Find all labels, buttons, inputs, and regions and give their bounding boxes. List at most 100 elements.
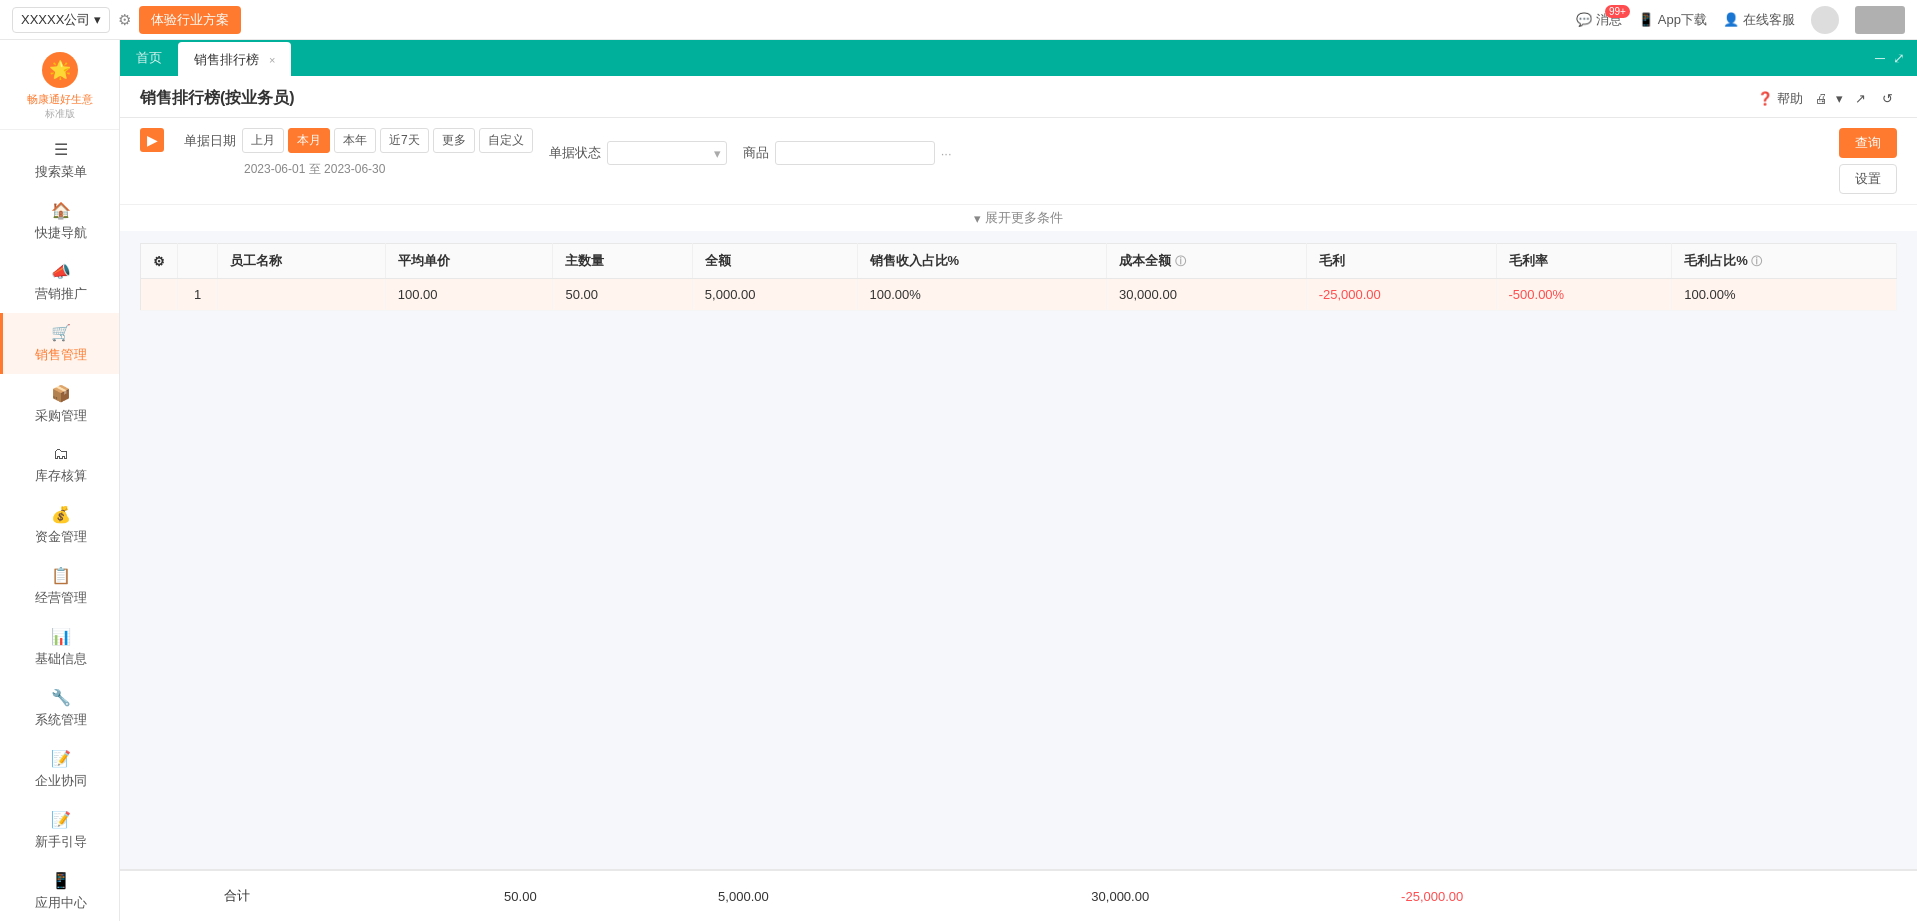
expand-more-label: 展开更多条件 [985, 209, 1063, 227]
purchase-icon: 📦 [51, 384, 71, 403]
sidebar-item-label: 库存核算 [35, 467, 87, 485]
finance-icon: 💰 [51, 505, 71, 524]
sidebar-item-label: 资金管理 [35, 528, 87, 546]
sidebar-item-inventory[interactable]: 🗂 库存核算 [0, 435, 119, 495]
main-layout: 🌟 畅康通好生意 标准版 ☰ 搜索菜单 🏠 快捷导航 📣 营销推广 🛒 销售管理… [0, 40, 1917, 921]
message-btn[interactable]: 💬 消息 99+ [1576, 11, 1622, 29]
footer-sales-pct-empty [989, 879, 1080, 913]
sidebar-item-app-center[interactable]: 📱 应用中心 [0, 861, 119, 921]
online-service-btn[interactable]: 👤 在线客服 [1723, 11, 1795, 29]
top-bar-right: 💬 消息 99+ 📱 App下载 👤 在线客服 [1576, 6, 1905, 34]
sidebar-item-basic-info[interactable]: 📊 基础信息 [0, 617, 119, 678]
company-name: XXXXX公司 [21, 11, 90, 29]
sidebar-item-finance[interactable]: 💰 资金管理 [0, 495, 119, 556]
th-gross-rate: 毛利率 [1496, 244, 1672, 279]
help-btn[interactable]: ❓ 帮助 [1757, 90, 1803, 108]
this-year-btn[interactable]: 本年 [334, 128, 376, 153]
tab-maximize-icon[interactable]: ⤢ [1893, 50, 1905, 66]
sidebar-item-enterprise-coop[interactable]: 📝 企业协同 [0, 739, 119, 800]
table-row: 1 100.00 50.00 5,000.00 100.00% 30,000.0… [141, 279, 1897, 311]
refresh-btn[interactable]: ↺ [1882, 91, 1897, 106]
th-settings[interactable]: ⚙ [141, 244, 178, 279]
sidebar-item-system[interactable]: 🔧 系统管理 [0, 678, 119, 739]
logo-text: 畅康通好生意 [27, 92, 93, 107]
goods-input[interactable] [775, 141, 935, 165]
th-gross: 毛利 [1306, 244, 1496, 279]
sales-icon: 🛒 [51, 323, 71, 342]
expand-more-btn[interactable]: ▾ 展开更多条件 [120, 204, 1917, 231]
sidebar-item-purchase[interactable]: 📦 采购管理 [0, 374, 119, 435]
content-area: 首页 销售排行榜 × ─ ⤢ 销售排行榜(按业务员) ❓ 帮助 [120, 40, 1917, 921]
chevron-down-icon: ▾ [94, 12, 101, 27]
print-btn[interactable]: 🖨 ▾ [1815, 91, 1843, 106]
expand-more-icon: ▾ [974, 211, 981, 226]
avatar[interactable] [1811, 6, 1839, 34]
tab-sales-ranking-label: 销售排行榜 [194, 51, 259, 69]
th-gross-pct: 毛利占比% ⓘ [1672, 244, 1897, 279]
sidebar-item-quick-nav[interactable]: 🏠 快捷导航 [0, 191, 119, 252]
cost-info-icon[interactable]: ⓘ [1175, 255, 1186, 267]
filter-main: ▶ 单据日期 上月 本月 本年 近7天 更多 [120, 118, 1917, 204]
sidebar-item-guide[interactable]: 📝 新手引导 [0, 800, 119, 861]
sidebar-item-sales[interactable]: 🛒 销售管理 [0, 313, 119, 374]
last-month-btn[interactable]: 上月 [242, 128, 284, 153]
sidebar-item-label: 销售管理 [35, 346, 87, 364]
status-select-wrapper [607, 141, 727, 165]
sidebar-item-label: 搜索菜单 [35, 163, 87, 181]
status-filter-label: 单据状态 [549, 144, 601, 162]
footer-gross-rate-empty [1715, 879, 1806, 913]
status-select[interactable] [607, 141, 727, 165]
app-download-label: App下载 [1658, 11, 1707, 29]
sidebar-item-label: 采购管理 [35, 407, 87, 425]
th-cost: 成本全额 ⓘ [1107, 244, 1307, 279]
table-container: ⚙ 员工名称 平均单价 主数量 全额 销售收入占比% 成本全额 ⓘ 毛利 [120, 231, 1917, 869]
tab-bar-right: ─ ⤢ [1875, 50, 1917, 66]
logo-sub: 标准版 [45, 107, 75, 121]
sidebar-item-marketing[interactable]: 📣 营销推广 [0, 252, 119, 313]
filter-toggle[interactable]: ▶ [140, 128, 164, 152]
username-area[interactable] [1855, 6, 1905, 34]
page-content: 销售排行榜(按业务员) ❓ 帮助 🖨 ▾ ↗ [120, 76, 1917, 921]
footer-avg-price-empty [401, 879, 492, 913]
th-employee: 员工名称 [218, 244, 386, 279]
tab-minimize-icon[interactable]: ─ [1875, 50, 1885, 66]
gross-pct-info-icon[interactable]: ⓘ [1751, 255, 1762, 267]
company-selector[interactable]: XXXXX公司 ▾ [12, 7, 110, 33]
marketing-icon: 📣 [51, 262, 71, 281]
app-center-icon: 📱 [51, 871, 71, 890]
more-date-btn[interactable]: 更多 [433, 128, 475, 153]
app-icon: 📱 [1638, 12, 1654, 27]
td-gross-rate: -500.00% [1496, 279, 1672, 311]
data-table: ⚙ 员工名称 平均单价 主数量 全额 销售收入占比% 成本全额 ⓘ 毛利 [140, 243, 1897, 311]
custom-date-btn[interactable]: 自定义 [479, 128, 533, 153]
tab-sales-ranking[interactable]: 销售排行榜 × [178, 42, 291, 78]
inventory-icon: 🗂 [53, 445, 69, 463]
settings-icon[interactable]: ⚙ [118, 11, 131, 29]
operations-icon: 📋 [51, 566, 71, 585]
this-month-btn[interactable]: 本月 [288, 128, 330, 153]
export-btn[interactable]: ↗ [1855, 91, 1870, 106]
td-sales-pct: 100.00% [857, 279, 1107, 311]
search-icon: ☰ [54, 140, 68, 159]
td-gross-pct: 100.00% [1672, 279, 1897, 311]
sidebar-item-operations[interactable]: 📋 经营管理 [0, 556, 119, 617]
footer-amount: 5,000.00 [706, 879, 988, 913]
td-avg-price: 100.00 [385, 279, 553, 311]
goods-more-icon[interactable]: ··· [941, 146, 952, 161]
tab-close-icon[interactable]: × [269, 54, 275, 66]
goods-filter-group: 商品 ··· [743, 141, 952, 165]
td-cost: 30,000.00 [1107, 279, 1307, 311]
settings-btn[interactable]: 设置 [1839, 164, 1897, 194]
experience-btn[interactable]: 体验行业方案 [139, 6, 241, 34]
app-download-btn[interactable]: 📱 App下载 [1638, 11, 1707, 29]
status-filter-group: 单据状态 [549, 141, 727, 165]
last7days-btn[interactable]: 近7天 [380, 128, 429, 153]
tab-home[interactable]: 首页 [120, 40, 178, 76]
query-btn[interactable]: 查询 [1839, 128, 1897, 158]
footer-empty-1 [140, 879, 172, 913]
sidebar-item-search[interactable]: ☰ 搜索菜单 [0, 130, 119, 191]
sidebar-item-label: 企业协同 [35, 772, 87, 790]
sidebar-item-label: 系统管理 [35, 711, 87, 729]
home-icon: 🏠 [51, 201, 71, 220]
sidebar-item-label: 应用中心 [35, 894, 87, 912]
